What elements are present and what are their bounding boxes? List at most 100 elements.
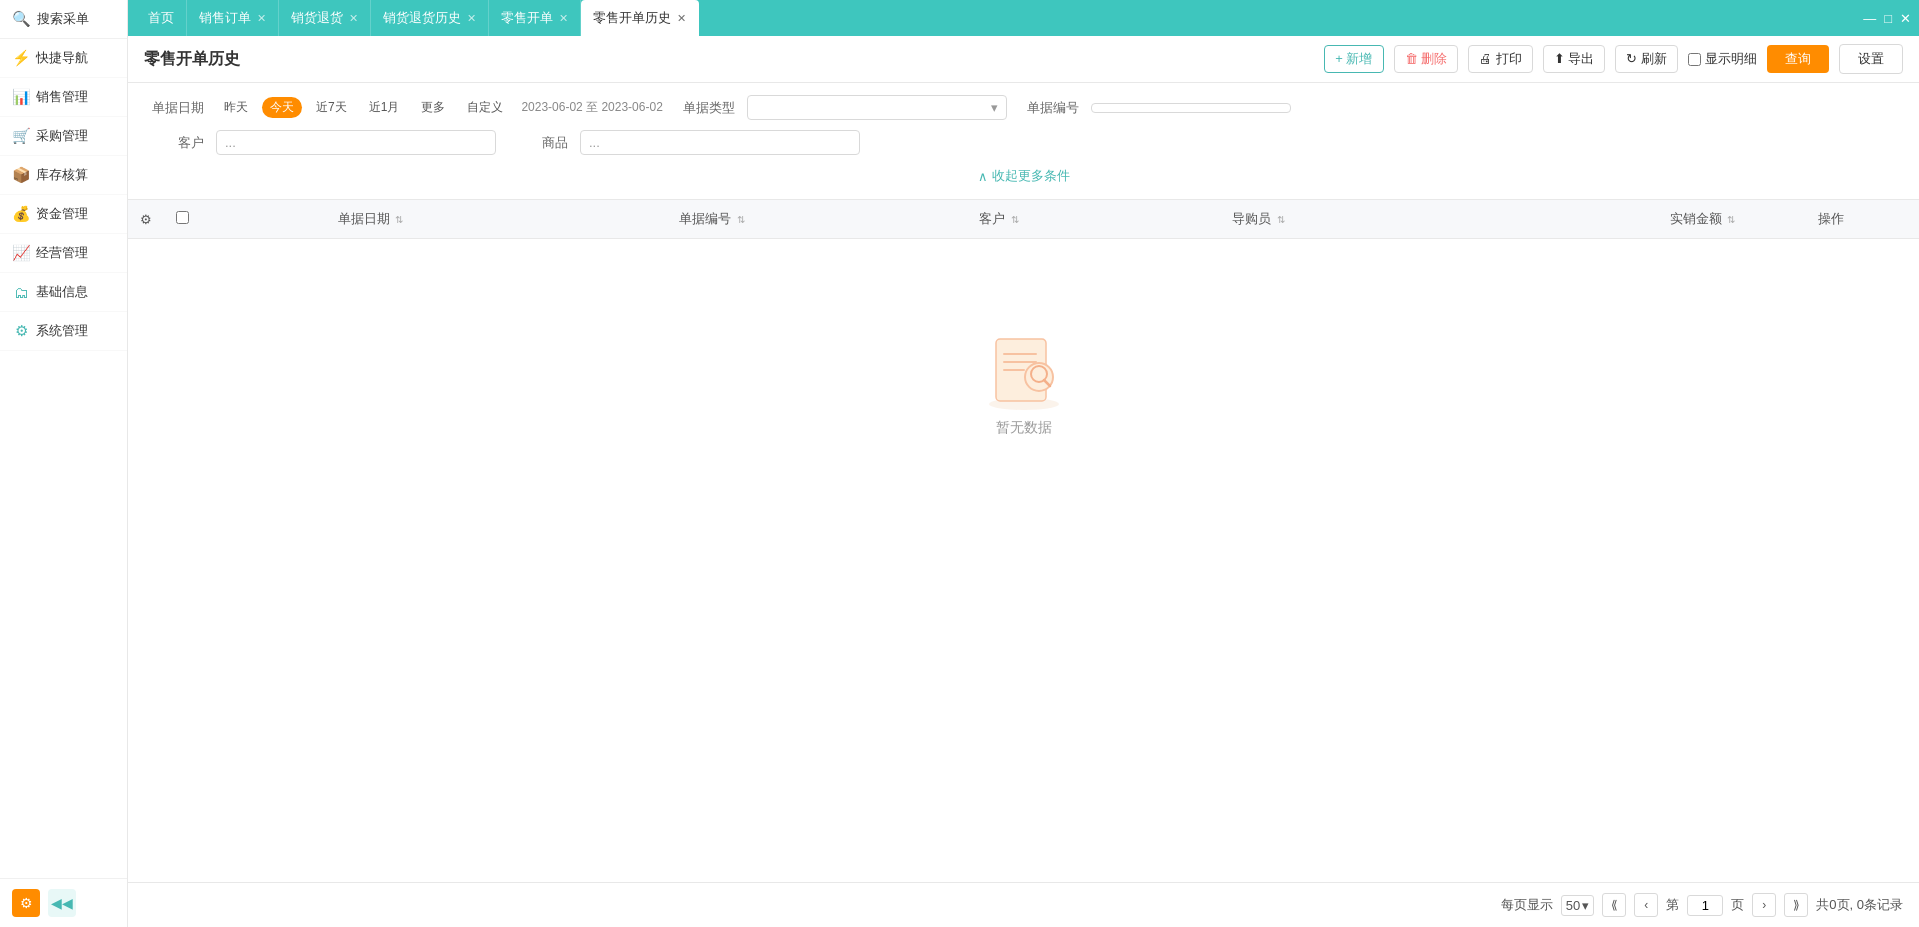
doc-no-input[interactable]	[1091, 103, 1291, 113]
nav-tab-retail-open[interactable]: 零售开单 ✕	[489, 0, 581, 36]
basic-info-icon: 🗂	[12, 283, 30, 301]
per-page-chevron: ▾	[1582, 898, 1589, 913]
empty-illustration	[974, 319, 1074, 419]
th-checkbox[interactable]	[164, 200, 200, 239]
nav-tab-sales-return[interactable]: 销货退货✕	[279, 0, 371, 36]
sidebar-item-purchase-mgmt[interactable]: 🛒 采购管理	[0, 117, 127, 156]
svg-point-6	[1025, 363, 1053, 391]
sidebar-item-label: 系统管理	[36, 322, 88, 340]
sidebar-item-basic-info[interactable]: 🗂 基础信息	[0, 273, 127, 312]
prev-page-button[interactable]: ‹	[1634, 893, 1658, 917]
page-title: 零售开单历史	[144, 49, 240, 70]
add-button[interactable]: + 新增	[1324, 45, 1383, 73]
pagination: 每页显示 50 ▾ ⟪ ‹ 第 页 › ⟫ 共0页, 0条记录	[128, 882, 1919, 927]
operations-icon: 📈	[12, 244, 30, 262]
settings-button-toolbar[interactable]: 设置	[1839, 44, 1903, 74]
window-controls: — □ ✕	[1863, 11, 1911, 26]
per-page-select[interactable]: 50 ▾	[1561, 895, 1594, 916]
doc-type-select[interactable]: ▾	[747, 95, 1007, 120]
purchase-mgmt-icon: 🛒	[12, 127, 30, 145]
sidebar-item-label: 采购管理	[36, 127, 88, 145]
sidebar-item-label: 快捷导航	[36, 49, 88, 67]
tab-close-sales-return[interactable]: ✕	[349, 12, 358, 25]
date-option-last7[interactable]: 近7天	[308, 97, 355, 118]
th-no[interactable]: 单据编号 ⇅	[541, 200, 882, 239]
first-page-button[interactable]: ⟪	[1602, 893, 1626, 917]
date-option-more[interactable]: 更多	[413, 97, 453, 118]
th-customer[interactable]: 客户 ⇅	[883, 200, 1116, 239]
sidebar-item-label: 库存核算	[36, 166, 88, 184]
nav-tab-home[interactable]: 首页	[136, 0, 187, 36]
date-label: 单据日期	[144, 99, 204, 117]
system-icon: ⚙	[12, 322, 30, 340]
finance-icon: 💰	[12, 205, 30, 223]
show-detail-input[interactable]	[1688, 53, 1701, 66]
sidebar-item-inventory[interactable]: 📦 库存核算	[0, 156, 127, 195]
refresh-button[interactable]: ↻ 刷新	[1615, 45, 1678, 73]
sidebar-item-sales-mgmt[interactable]: 📊 销售管理	[0, 78, 127, 117]
filter-row-1: 单据日期 昨天今天近7天近1月更多自定义2023-06-02 至 2023-06…	[144, 95, 1903, 120]
date-option-yesterday[interactable]: 昨天	[216, 97, 256, 118]
data-table: ⚙ 单据日期 ⇅ 单据编号 ⇅ 客户 ⇅ 导购员	[128, 200, 1919, 497]
th-customer-label: 客户	[979, 211, 1005, 226]
show-detail-checkbox[interactable]: 显示明细	[1688, 50, 1757, 68]
settings-button[interactable]: ⚙	[12, 889, 40, 917]
customer-input[interactable]: ...	[216, 130, 496, 155]
sidebar-collapse-button[interactable]: ◀◀	[48, 889, 76, 917]
customer-label: 客户	[144, 134, 204, 152]
sidebar: 🔍 搜索采单 ⚡ 快捷导航📊 销售管理🛒 采购管理📦 库存核算💰 资金管理📈 经…	[0, 0, 128, 927]
nav-tab-sales-order[interactable]: 销售订单✕	[187, 0, 279, 36]
minimize-button[interactable]: —	[1863, 11, 1876, 26]
page-jump-label: 第	[1666, 896, 1679, 914]
doc-type-label: 单据类型	[675, 99, 735, 117]
date-options: 昨天今天近7天近1月更多自定义2023-06-02 至 2023-06-02	[216, 97, 663, 118]
query-button[interactable]: 查询	[1767, 45, 1829, 73]
sidebar-item-label: 销售管理	[36, 88, 88, 106]
sidebar-item-label: 资金管理	[36, 205, 88, 223]
sidebar-search[interactable]: 🔍 搜索采单	[0, 0, 127, 39]
th-no-label: 单据编号	[679, 211, 731, 226]
export-button[interactable]: ⬆ 导出	[1543, 45, 1606, 73]
next-page-button[interactable]: ›	[1752, 893, 1776, 917]
table-area: ⚙ 单据日期 ⇅ 单据编号 ⇅ 客户 ⇅ 导购员	[128, 200, 1919, 882]
th-salesperson[interactable]: 导购员 ⇅	[1115, 200, 1402, 239]
sidebar-item-label: 基础信息	[36, 283, 88, 301]
maximize-button[interactable]: □	[1884, 11, 1892, 26]
select-all-checkbox[interactable]	[176, 211, 189, 224]
sort-salesperson-icon: ⇅	[1277, 214, 1285, 225]
delete-button[interactable]: 🗑 删除	[1394, 45, 1459, 73]
tab-close-retail-open-history[interactable]: ✕	[677, 12, 686, 25]
top-nav: 首页销售订单✕销货退货✕销货退货历史✕零售开单✕零售开单历史✕ — □ ✕	[128, 0, 1919, 36]
page-word: 页	[1731, 896, 1744, 914]
sidebar-item-operations[interactable]: 📈 经营管理	[0, 234, 127, 273]
sidebar-item-quick-nav[interactable]: ⚡ 快捷导航	[0, 39, 127, 78]
collapse-label: 收起更多条件	[992, 167, 1070, 185]
nav-tab-sales-return-history[interactable]: 销货退货历史✕	[371, 0, 489, 36]
last-page-button[interactable]: ⟫	[1784, 893, 1808, 917]
sidebar-search-label: 搜索采单	[37, 10, 89, 28]
date-option-today[interactable]: 今天	[262, 97, 302, 118]
tab-close-retail-open[interactable]: ✕	[559, 12, 568, 25]
nav-tab-retail-open-history[interactable]: 零售开单历史✕	[581, 0, 699, 36]
sidebar-item-system[interactable]: ⚙ 系统管理	[0, 312, 127, 351]
page-number-input[interactable]	[1687, 895, 1723, 916]
th-gear[interactable]: ⚙	[128, 200, 164, 239]
goods-input[interactable]: ...	[580, 130, 860, 155]
chevron-down-icon: ▾	[991, 100, 998, 115]
tab-close-sales-return-history[interactable]: ✕	[467, 12, 476, 25]
doc-no-label: 单据编号	[1019, 99, 1079, 117]
close-button[interactable]: ✕	[1900, 11, 1911, 26]
collapse-filters-button[interactable]: ∧ 收起更多条件	[144, 165, 1903, 191]
tab-close-sales-order[interactable]: ✕	[257, 12, 266, 25]
date-option-custom[interactable]: 自定义	[459, 97, 511, 118]
print-button[interactable]: 🖨 打印	[1468, 45, 1533, 73]
tab-label-retail-open: 零售开单	[501, 9, 553, 27]
date-option-last_month[interactable]: 近1月	[361, 97, 408, 118]
th-amount[interactable]: 实销金额 ⇅	[1402, 200, 1743, 239]
goods-label: 商品	[508, 134, 568, 152]
th-date[interactable]: 单据日期 ⇅	[200, 200, 541, 239]
sidebar-item-finance[interactable]: 💰 资金管理	[0, 195, 127, 234]
tab-label-home: 首页	[148, 9, 174, 27]
toolbar-actions: + 新增 🗑 删除 🖨 打印 ⬆ 导出 ↻ 刷新 显示明细 查询 设置	[1324, 44, 1903, 74]
th-date-label: 单据日期	[338, 211, 390, 226]
